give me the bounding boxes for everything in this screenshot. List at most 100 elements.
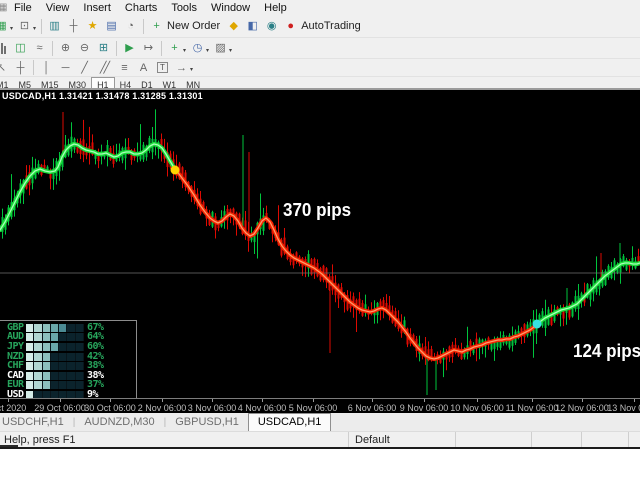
chart-window[interactable]: USDCAD,H1 1.31421 1.31478 1.31285 1.3130… bbox=[0, 88, 640, 416]
periods-dropdown-icon[interactable]: ▾ bbox=[206, 47, 209, 54]
text-icon[interactable]: A bbox=[135, 60, 152, 76]
axis-tick bbox=[110, 399, 111, 402]
chart-tab-gbpusdh1[interactable]: GBPUSD,H1 bbox=[166, 414, 248, 431]
strength-bar-segment bbox=[50, 323, 59, 332]
chart-shift-icon[interactable]: ↦ bbox=[140, 40, 157, 56]
trendline-icon[interactable]: ╱ bbox=[76, 60, 93, 76]
line-chart-icon[interactable]: ≈ bbox=[31, 40, 48, 56]
metaeditor-icon[interactable]: ◧ bbox=[244, 18, 261, 34]
strength-bar bbox=[26, 381, 84, 390]
menu-item-file[interactable]: File bbox=[7, 1, 39, 15]
toolbar-line-studies: ↖ ┼ │ ─ ╱ ╱╱ ≡ A T → ▾ bbox=[0, 59, 640, 77]
autotrading-button[interactable]: AutoTrading bbox=[301, 20, 361, 32]
strength-bar-segment bbox=[75, 362, 83, 371]
menu-item-tools[interactable]: Tools bbox=[164, 1, 204, 15]
toolbar-separator bbox=[33, 60, 34, 75]
channel-icon[interactable]: ╱╱ bbox=[95, 60, 112, 76]
annotation-124-pips: 124 pips bbox=[573, 341, 640, 362]
toolbar-charts: ◫ ≈ ⊕ ⊖ ⊞ ▶ ↦ + ▾ ◷ ▾ ▨ ▾ bbox=[0, 38, 640, 59]
axis-tick bbox=[372, 399, 373, 402]
strategy-tester-icon[interactable]: ◔ bbox=[122, 18, 139, 34]
axis-tick bbox=[8, 399, 9, 402]
zoom-in-icon[interactable]: ⊕ bbox=[57, 40, 74, 56]
data-window-icon[interactable]: ▤ bbox=[103, 18, 120, 34]
strength-bar-segment bbox=[42, 371, 50, 380]
status-cell bbox=[581, 432, 628, 447]
horizontal-line-icon[interactable]: ─ bbox=[57, 60, 74, 76]
favorites-icon[interactable]: ★ bbox=[84, 18, 101, 34]
strength-bar-segment bbox=[42, 381, 50, 390]
annotation-370-pips: 370 pips bbox=[283, 200, 352, 221]
strength-bar bbox=[26, 323, 84, 332]
strength-bar-segment bbox=[59, 352, 67, 361]
profiles-icon[interactable]: ⊡ bbox=[16, 18, 33, 34]
templates-dropdown-icon[interactable]: ▾ bbox=[229, 47, 232, 54]
strength-bar-segment bbox=[34, 323, 42, 332]
fibonacci-icon[interactable]: ≡ bbox=[116, 60, 133, 76]
candlestick-chart-icon[interactable]: ◫ bbox=[12, 40, 29, 56]
new-order-icon[interactable]: + bbox=[148, 18, 165, 34]
strength-bar-segment bbox=[75, 371, 83, 380]
indicators-icon[interactable]: + bbox=[166, 40, 183, 56]
axis-label: 9 Nov 06:00 bbox=[399, 403, 449, 413]
arrows-icon[interactable]: → bbox=[173, 60, 190, 76]
axis-label: 30 Oct 06:00 bbox=[84, 403, 136, 413]
scripts-icon[interactable]: ◆ bbox=[225, 18, 242, 34]
auto-scroll-icon[interactable]: ▶ bbox=[121, 40, 138, 56]
status-underline bbox=[0, 445, 18, 447]
axis-tick bbox=[212, 399, 213, 402]
strength-bar-segment bbox=[59, 362, 67, 371]
axis-tick bbox=[162, 399, 163, 402]
toolbar-separator bbox=[41, 18, 43, 34]
market-watch-icon[interactable]: ▥ bbox=[46, 18, 63, 34]
menu-item-help[interactable]: Help bbox=[257, 1, 294, 15]
strength-bar-segment bbox=[26, 362, 34, 371]
templates-icon[interactable]: ▨ bbox=[212, 40, 229, 56]
strength-bar-segment bbox=[26, 333, 34, 342]
cursor-icon[interactable]: ↖ bbox=[0, 60, 10, 76]
web-community-icon[interactable]: ◉ bbox=[263, 18, 280, 34]
axis-label: 10 Nov 06:00 bbox=[450, 403, 504, 413]
new-chart-icon[interactable]: ▦ bbox=[0, 18, 10, 34]
strength-bar-segment bbox=[50, 352, 59, 361]
new-order-button[interactable]: New Order bbox=[167, 20, 220, 32]
chart-tabs-bar: USDCHF,H1 | AUDNZD,M30 | GBPUSD,H1 USDCAD,H1 bbox=[0, 413, 640, 432]
axis-label: 4 Nov 06:00 bbox=[237, 403, 287, 413]
strength-bar-segment bbox=[34, 381, 42, 390]
chart-tab-audnzdm30[interactable]: AUDNZD,M30 bbox=[75, 414, 163, 431]
chart-tab-usdcadh1[interactable]: USDCAD,H1 bbox=[247, 413, 332, 431]
bar-chart-icon[interactable] bbox=[0, 40, 10, 56]
toolbar-separator bbox=[143, 18, 145, 34]
menu-item-window[interactable]: Window bbox=[204, 1, 257, 15]
vertical-line-icon[interactable]: │ bbox=[38, 60, 55, 76]
strength-bar-segment bbox=[42, 362, 50, 371]
profiles-dropdown-icon[interactable]: ▾ bbox=[33, 25, 36, 32]
indicators-dropdown-icon[interactable]: ▾ bbox=[183, 47, 186, 54]
strength-bar-segment bbox=[26, 371, 34, 380]
new-chart-dropdown-icon[interactable]: ▾ bbox=[10, 25, 13, 32]
strength-bar-segment bbox=[67, 381, 75, 390]
tile-windows-icon[interactable]: ⊞ bbox=[95, 40, 112, 56]
axis-label: 6 Nov 06:00 bbox=[347, 403, 397, 413]
status-cell bbox=[531, 432, 581, 447]
chart-tab-usdchfh1[interactable]: USDCHF,H1 bbox=[0, 414, 73, 431]
menu-bar: ▦ FileViewInsertChartsToolsWindowHelp bbox=[0, 0, 640, 15]
strength-bar-segment bbox=[75, 381, 83, 390]
strength-bar-segment bbox=[50, 371, 59, 380]
arrows-dropdown-icon[interactable]: ▾ bbox=[190, 66, 193, 73]
status-bar: Help, press F1 Default bbox=[0, 432, 640, 447]
crosshair-icon[interactable]: ┼ bbox=[12, 60, 29, 76]
text-label-icon[interactable]: T bbox=[154, 60, 171, 76]
strength-bar-segment bbox=[42, 323, 50, 332]
zoom-out-icon[interactable]: ⊖ bbox=[76, 40, 93, 56]
menu-item-charts[interactable]: Charts bbox=[118, 1, 164, 15]
menu-item-insert[interactable]: Insert bbox=[76, 1, 118, 15]
strength-bar-segment bbox=[59, 342, 67, 351]
axis-label: 12 Nov 06:00 bbox=[555, 403, 609, 413]
periods-icon[interactable]: ◷ bbox=[189, 40, 206, 56]
autotrading-icon[interactable]: ● bbox=[282, 18, 299, 34]
menu-item-view[interactable]: View bbox=[39, 1, 77, 15]
axis-label: 3 Nov 06:00 bbox=[187, 403, 237, 413]
navigator-icon[interactable]: ┼ bbox=[65, 18, 82, 34]
axis-tick bbox=[262, 399, 263, 402]
